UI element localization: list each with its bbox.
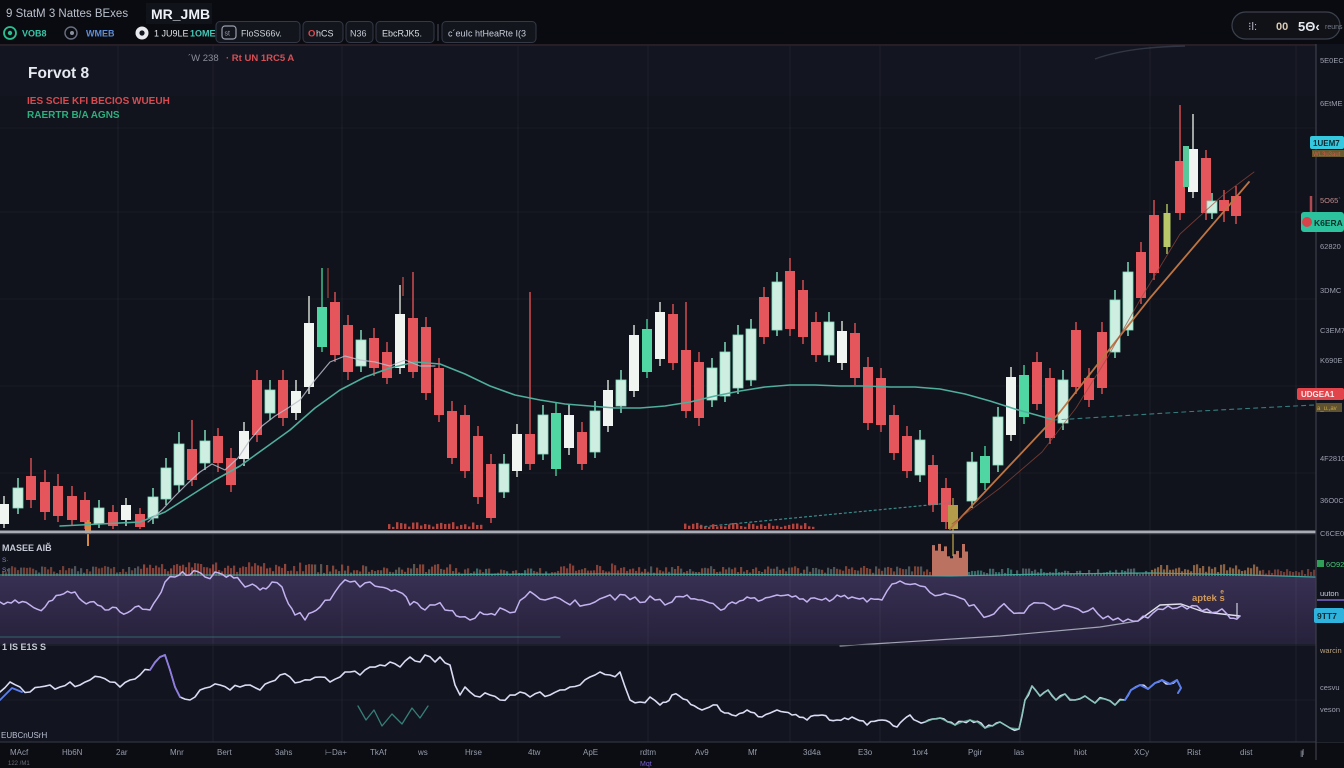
svg-text:´W 238: ´W 238	[188, 53, 219, 64]
svg-text:C6CE0: C6CE0	[1320, 529, 1344, 538]
svg-text:cesvu: cesvu	[1320, 683, 1340, 692]
svg-text:3ahs: 3ahs	[275, 748, 292, 757]
svg-text:Mnr: Mnr	[170, 748, 184, 757]
svg-text:2ar: 2ar	[116, 748, 128, 757]
svg-text:3DMC: 3DMC	[1320, 286, 1342, 295]
svg-text:rdtm: rdtm	[640, 748, 656, 757]
svg-text:5O65`: 5O65`	[1320, 196, 1341, 205]
svg-text:5E0EC: 5E0EC	[1320, 56, 1344, 65]
svg-text:00: 00	[1276, 21, 1288, 33]
svg-text:Mf: Mf	[748, 748, 758, 757]
svg-text:1UEM7: 1UEM7	[1313, 139, 1340, 148]
svg-text:veson: veson	[1320, 705, 1340, 714]
svg-text:MAcf: MAcf	[10, 748, 29, 757]
svg-text:1OME: 1OME	[190, 29, 216, 39]
svg-text:1 IS E1S S: 1 IS E1S S	[2, 642, 46, 652]
svg-text:36O0C: 36O0C	[1320, 496, 1344, 505]
svg-text:EUBCnUSrH: EUBCnUSrH	[1, 731, 47, 740]
svg-text:K690E: K690E	[1320, 356, 1343, 365]
svg-text:MR_JMB: MR_JMB	[151, 6, 210, 22]
svg-text:I: I	[1302, 748, 1304, 757]
svg-text:c´euIc htHeaRte I(3: c´euIc htHeaRte I(3	[448, 29, 526, 39]
svg-text:hCS: hCS	[316, 29, 334, 39]
svg-text:EbcRJK5.: EbcRJK5.	[382, 29, 422, 39]
svg-text:TkAf: TkAf	[370, 748, 387, 757]
svg-text:6O92: 6O92	[1326, 560, 1344, 569]
svg-text:st: st	[225, 31, 231, 38]
svg-text:9 StatM 3 Nattes BExes: 9 StatM 3 Nattes BExes	[6, 8, 128, 20]
svg-text:las: las	[1014, 748, 1024, 757]
svg-text:1or4: 1or4	[912, 748, 929, 757]
svg-text:aptek sͤ: aptek sͤ	[1192, 590, 1225, 604]
svg-text:IES SCIE KFI BECIOS WUEUH: IES SCIE KFI BECIOS WUEUH	[27, 96, 170, 107]
svg-text:122 /M1: 122 /M1	[8, 761, 30, 767]
svg-text:Forvot 8: Forvot 8	[28, 65, 90, 82]
svg-text:4tw: 4tw	[528, 748, 541, 757]
svg-text:62820: 62820	[1320, 242, 1341, 251]
svg-text:C3EM7: C3EM7	[1320, 326, 1344, 335]
svg-text:4F2810: 4F2810	[1320, 454, 1344, 463]
svg-text:reuns: reuns	[1325, 24, 1343, 31]
svg-text:WL3u3aut: WL3u3aut	[1313, 152, 1341, 158]
svg-text:Rist: Rist	[1187, 748, 1202, 757]
svg-text:uuton: uuton	[1320, 589, 1339, 598]
svg-text:VOB8: VOB8	[22, 29, 47, 39]
svg-text:9TT7: 9TT7	[1317, 611, 1337, 621]
svg-text:O: O	[308, 29, 315, 40]
svg-text:Hrse: Hrse	[465, 748, 482, 757]
svg-text:WMEB: WMEB	[86, 29, 115, 39]
svg-text:· Rt UN 1RC5 A: · Rt UN 1RC5 A	[226, 53, 294, 64]
svg-text:Bert: Bert	[217, 748, 232, 757]
svg-text:Pgir: Pgir	[968, 748, 983, 757]
svg-text:3d4a: 3d4a	[803, 748, 821, 757]
svg-text:MASEE AIB̆: MASEE AIB̆	[2, 543, 52, 553]
svg-text:N36: N36	[350, 29, 367, 39]
svg-text:5Θ‹: 5Θ‹	[1298, 19, 1320, 34]
svg-text:⁝l:: ⁝l:	[1248, 21, 1257, 33]
svg-text:RAERTR B/A AGNS: RAERTR B/A AGNS	[27, 110, 120, 121]
svg-text:Mqt: Mqt	[640, 761, 652, 768]
svg-text:Av9: Av9	[695, 748, 709, 757]
svg-text:ws: ws	[417, 748, 428, 757]
svg-text:XCy: XCy	[1134, 748, 1149, 757]
svg-text:ApE: ApE	[583, 748, 598, 757]
svg-text:UDGEA1: UDGEA1	[1301, 390, 1335, 399]
svg-text:S›: S›	[2, 567, 9, 574]
svg-text:6EtME: 6EtME	[1320, 99, 1343, 108]
svg-text:E3o: E3o	[858, 748, 873, 757]
svg-text:⊢Da+: ⊢Da+	[325, 748, 347, 757]
svg-text:Hb6N: Hb6N	[62, 748, 83, 757]
svg-text:hiot: hiot	[1074, 748, 1088, 757]
svg-text:FloSS66v.: FloSS66v.	[241, 29, 282, 39]
svg-text:1 JU9LE: 1 JU9LE	[154, 29, 189, 39]
svg-text:K6ERA: K6ERA	[1314, 218, 1343, 228]
svg-text:dist: dist	[1240, 748, 1253, 757]
svg-text:warcin: warcin	[1319, 646, 1342, 655]
svg-text:S·: S·	[2, 557, 9, 564]
svg-text:a_u.,av: a_u.,av	[1317, 406, 1337, 412]
